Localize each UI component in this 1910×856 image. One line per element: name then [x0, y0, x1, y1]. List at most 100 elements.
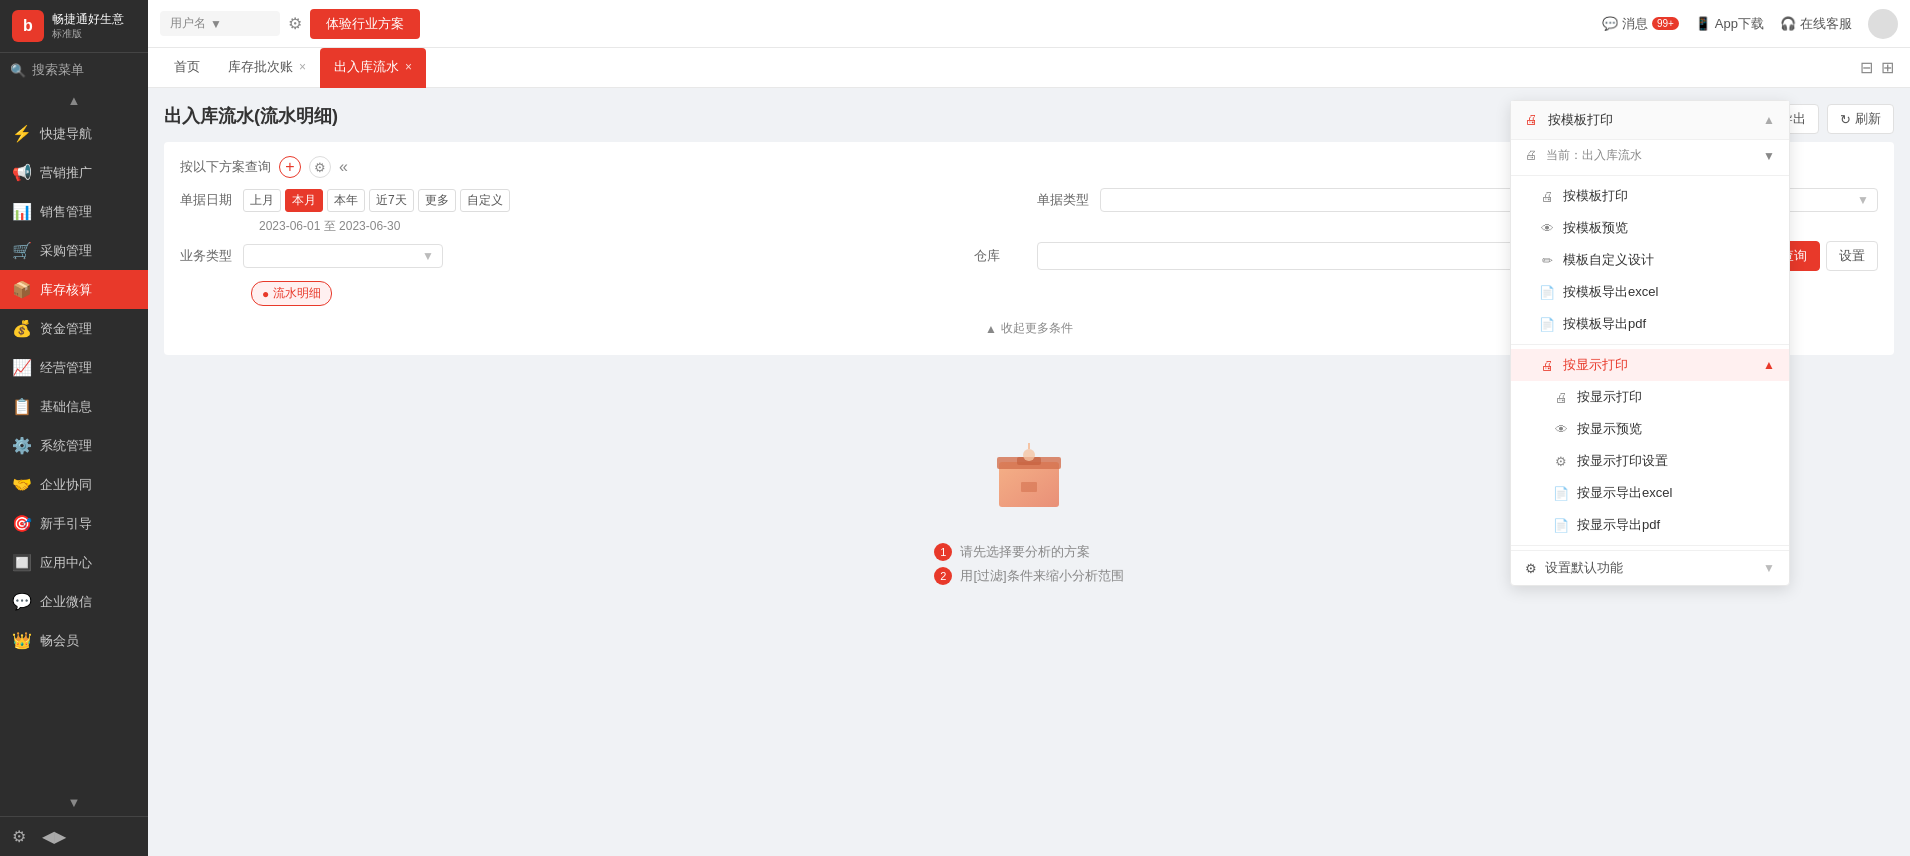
date-field-label: 单据日期 [180, 191, 235, 209]
user-name: 用户名 [170, 15, 206, 32]
step-num-2: 2 [934, 567, 952, 585]
template-excel-icon: 📄 [1539, 284, 1555, 300]
empty-step-2: 2 用[过滤]条件来缩小分析范围 [934, 567, 1123, 585]
step-num-1: 1 [934, 543, 952, 561]
marketing-icon: 📢 [12, 163, 32, 182]
collapse-sidebar-icon[interactable]: ◀▶ [42, 827, 66, 846]
tab-home[interactable]: 首页 [160, 48, 214, 88]
date-btn-7days[interactable]: 近7天 [369, 189, 414, 212]
dropdown-display-settings[interactable]: ⚙ 按显示打印设置 [1511, 445, 1789, 477]
user-selector[interactable]: 用户名 ▼ [160, 11, 280, 36]
sidebar-item-quicknav[interactable]: ⚡ 快捷导航 [0, 114, 148, 153]
sidebar-search[interactable]: 🔍 搜索菜单 [0, 53, 148, 87]
tab-batch-close-icon[interactable]: × [299, 60, 306, 74]
newbie-icon: 🎯 [12, 514, 32, 533]
dropdown-current-label[interactable]: 🖨 当前：出入库流水 ▼ [1511, 140, 1789, 171]
sidebar-item-marketing[interactable]: 📢 营销推广 [0, 153, 148, 192]
date-shortcuts: 上月 本月 本年 近7天 更多 自定义 [243, 189, 510, 212]
display-excel-icon: 📄 [1553, 485, 1569, 501]
print-dropdown-panel: 🖨 按模板打印 ▲ 🖨 当前：出入库流水 ▼ 🖨 按模板打印 👁 按模板预览 ✏… [1510, 100, 1790, 586]
date-btn-this-month[interactable]: 本月 [285, 189, 323, 212]
message-btn[interactable]: 💬 消息 99+ [1602, 15, 1679, 33]
sidebar: b 畅捷通好生意 标准版 🔍 搜索菜单 ▲ ⚡ 快捷导航 📢 营销推广 📊 销售… [0, 0, 148, 856]
filter-tag-item[interactable]: ● 流水明细 [251, 281, 332, 306]
sales-icon: 📊 [12, 202, 32, 221]
basic-icon: 📋 [12, 397, 32, 416]
tab-batch-account[interactable]: 库存批次账 × [214, 48, 320, 88]
settings-btn[interactable]: 设置 [1826, 241, 1878, 271]
service-icon: 🎧 [1780, 16, 1796, 31]
display-print-icon: 🖨 [1553, 389, 1569, 405]
biz-type-select[interactable]: ▼ [243, 244, 443, 268]
biz-type-label: 业务类型 [180, 247, 235, 265]
topbar-gear-icon[interactable]: ⚙ [288, 14, 302, 33]
enterprise-icon: 🤝 [12, 475, 32, 494]
filter-gear-btn[interactable]: ⚙ [309, 156, 331, 178]
dropdown-template-custom[interactable]: ✏ 模板自定义设计 [1511, 244, 1789, 276]
dropdown-display-excel[interactable]: 📄 按显示导出excel [1511, 477, 1789, 509]
dropdown-display-preview[interactable]: 👁 按显示预览 [1511, 413, 1789, 445]
tabbar: 首页 库存批次账 × 出入库流水 × ⊟ ⊞ [148, 48, 1910, 88]
finance-icon: 💰 [12, 319, 32, 338]
collapse-btn[interactable]: ▲ 收起更多条件 [985, 320, 1073, 337]
sidebar-item-apps[interactable]: 🔲 应用中心 [0, 543, 148, 582]
tab-minimize-icon[interactable]: ⊟ [1856, 54, 1877, 81]
sidebar-item-newbie[interactable]: 🎯 新手引导 [0, 504, 148, 543]
dropdown-template-print[interactable]: 🖨 按模板打印 [1511, 180, 1789, 212]
sidebar-item-finance[interactable]: 💰 资金管理 [0, 309, 148, 348]
filter-add-btn[interactable]: + [279, 156, 301, 178]
online-service-btn[interactable]: 🎧 在线客服 [1780, 15, 1852, 33]
tab-flow[interactable]: 出入库流水 × [320, 48, 426, 88]
tag-icon: ● [262, 287, 269, 301]
sidebar-item-operation[interactable]: 📈 经营管理 [0, 348, 148, 387]
sidebar-item-basic[interactable]: 📋 基础信息 [0, 387, 148, 426]
sidebar-item-inventory[interactable]: 📦 库存核算 [0, 270, 148, 309]
sidebar-item-system[interactable]: ⚙️ 系统管理 [0, 426, 148, 465]
message-badge: 99+ [1652, 17, 1679, 30]
sidebar-item-enterprise[interactable]: 🤝 企业协同 [0, 465, 148, 504]
tab-flow-close-icon[interactable]: × [405, 60, 412, 74]
dropdown-template-pdf[interactable]: 📄 按模板导出pdf [1511, 308, 1789, 340]
divider-3 [1511, 545, 1789, 546]
filter-collapse-toggle[interactable]: « [339, 158, 348, 176]
refresh-btn[interactable]: ↻ 刷新 [1827, 104, 1894, 134]
message-icon: 💬 [1602, 16, 1618, 31]
dropdown-header-arrow-icon[interactable]: ▲ [1763, 113, 1775, 127]
warehouse-label: 仓库 [974, 247, 1029, 265]
dropdown-display-section-header[interactable]: 🖨 按显示打印 ▲ [1511, 349, 1789, 381]
display-settings-icon: ⚙ [1553, 453, 1569, 469]
bill-type-arrow-icon: ▼ [1857, 193, 1869, 207]
current-flow-icon: 🖨 [1525, 148, 1537, 162]
refresh-icon: ↻ [1840, 112, 1851, 127]
biz-type-field: 业务类型 ▼ [180, 244, 958, 268]
sidebar-item-sales[interactable]: 📊 销售管理 [0, 192, 148, 231]
dropdown-display-print[interactable]: 🖨 按显示打印 [1511, 381, 1789, 413]
dropdown-template-preview[interactable]: 👁 按模板预览 [1511, 212, 1789, 244]
dropdown-template-excel[interactable]: 📄 按模板导出excel [1511, 276, 1789, 308]
user-avatar[interactable] [1868, 9, 1898, 39]
scroll-up-btn[interactable]: ▲ [0, 87, 148, 114]
dropdown-default-setting[interactable]: ⚙ 设置默认功能 ▼ [1511, 550, 1789, 585]
sidebar-logo: b 畅捷通好生意 标准版 [0, 0, 148, 53]
app-download-btn[interactable]: 📱 App下载 [1695, 15, 1764, 33]
trial-btn[interactable]: 体验行业方案 [310, 9, 420, 39]
dropdown-display-pdf[interactable]: 📄 按显示导出pdf [1511, 509, 1789, 541]
sidebar-item-purchase[interactable]: 🛒 采购管理 [0, 231, 148, 270]
empty-steps: 1 请先选择要分析的方案 2 用[过滤]条件来缩小分析范围 [934, 543, 1123, 585]
date-btn-this-year[interactable]: 本年 [327, 189, 365, 212]
date-btn-last-month[interactable]: 上月 [243, 189, 281, 212]
date-range-text: 2023-06-01 至 2023-06-30 [259, 218, 400, 235]
user-chevron-icon: ▼ [210, 17, 222, 31]
sidebar-item-member[interactable]: 👑 畅会员 [0, 621, 148, 660]
sidebar-item-wechat[interactable]: 💬 企业微信 [0, 582, 148, 621]
default-setting-icon: ⚙ [1525, 561, 1537, 576]
date-field: 单据日期 上月 本月 本年 近7天 更多 自定义 [180, 189, 1021, 212]
scroll-down-btn[interactable]: ▼ [0, 789, 148, 816]
app-logo-text: 畅捷通好生意 标准版 [52, 12, 124, 41]
date-btn-more[interactable]: 更多 [418, 189, 456, 212]
date-btn-custom[interactable]: 自定义 [460, 189, 510, 212]
default-arrow-icon: ▼ [1763, 561, 1775, 575]
tab-expand-icon[interactable]: ⊞ [1877, 54, 1898, 81]
member-icon: 👑 [12, 631, 32, 650]
settings-footer-icon[interactable]: ⚙ [12, 827, 26, 846]
